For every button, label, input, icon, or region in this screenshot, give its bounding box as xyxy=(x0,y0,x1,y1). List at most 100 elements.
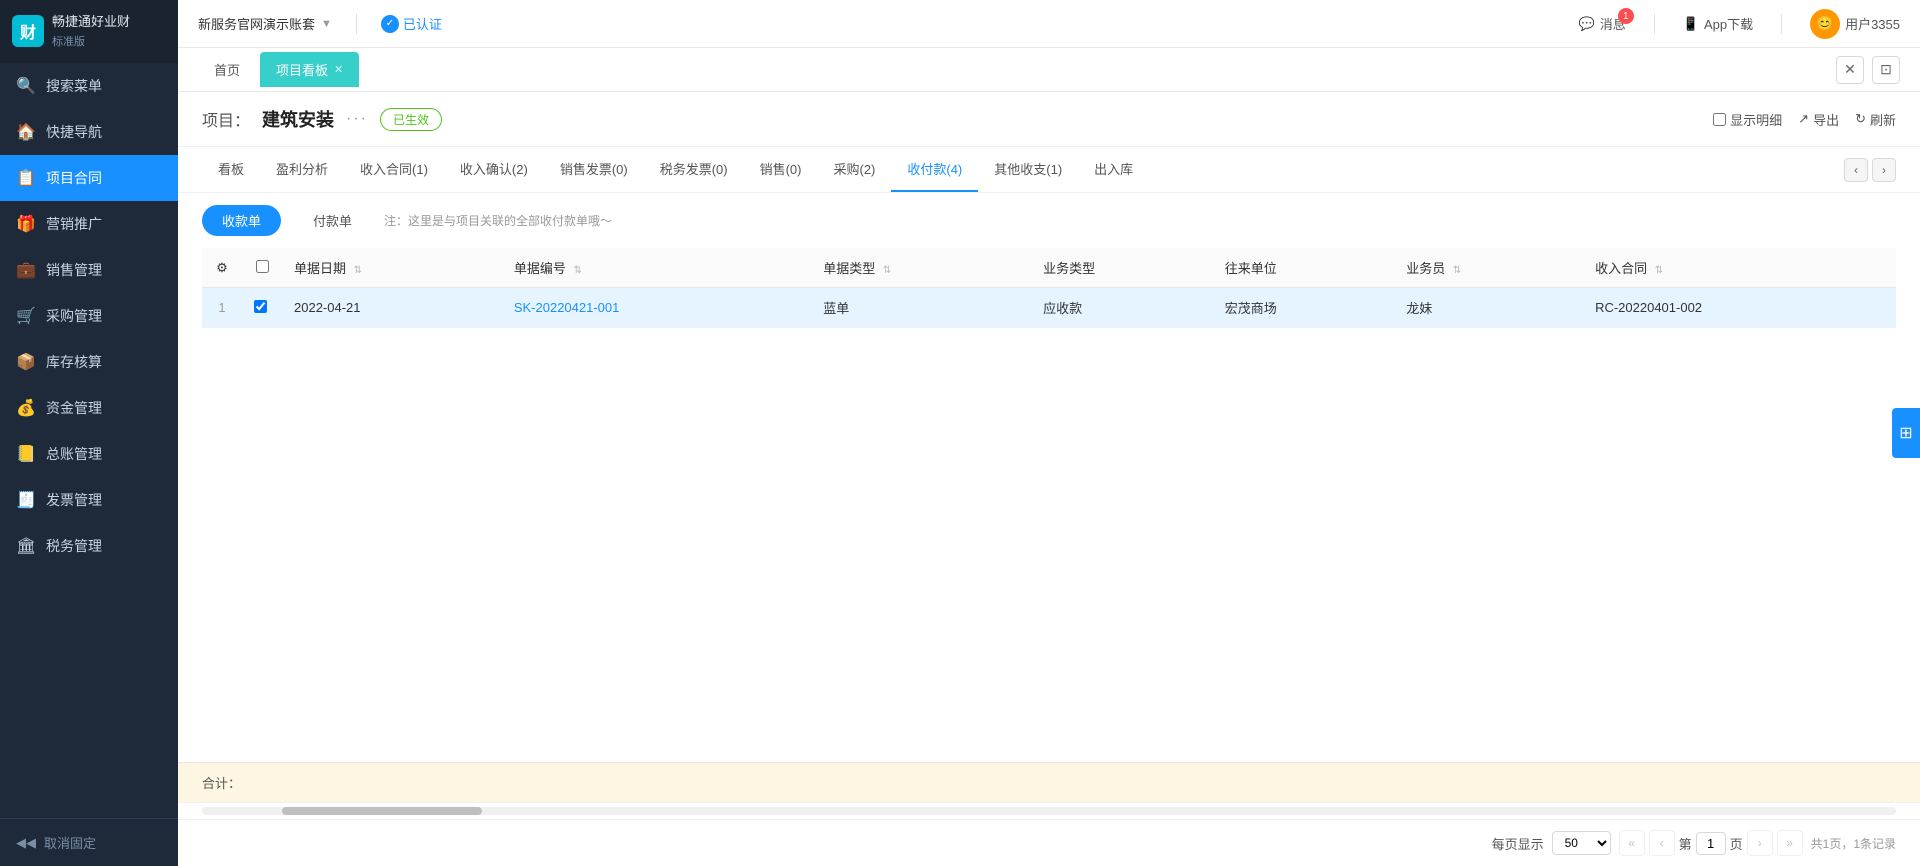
sub-tabs-nav: ‹ › xyxy=(1844,158,1896,182)
page-label: 第 xyxy=(1679,834,1692,853)
th-settings[interactable]: ⚙ xyxy=(202,248,242,288)
export-label: 导出 xyxy=(1813,110,1839,129)
sidebar-item-10[interactable]: 🏛 税务管理 xyxy=(0,523,178,569)
sub-tab-3[interactable]: 收入确认(2) xyxy=(444,147,544,192)
tab-bar-actions: ✕ ⊡ xyxy=(1836,56,1900,84)
app-logo: 财 xyxy=(12,15,44,47)
sidebar-nav: 🔍 搜索菜单 🏠 快捷导航 📋 项目合同 🎁 营销推广 💼 销售管理 🛒 采购管… xyxy=(0,63,178,818)
certified-badge: ✓ 已认证 xyxy=(381,14,442,33)
page-first-button[interactable]: « xyxy=(1619,830,1645,856)
sub-tab-4[interactable]: 销售发票(0) xyxy=(544,147,644,192)
row-select-checkbox[interactable] xyxy=(254,300,267,313)
tab-home[interactable]: 首页 xyxy=(198,52,256,87)
th-partner: 往来单位 xyxy=(1213,248,1395,288)
sidebar-item-1[interactable]: 🏠 快捷导航 xyxy=(0,109,178,155)
collection-tabs: 收款单 付款单 注：这里是与项目关联的全部收付款单哦～ xyxy=(178,193,1920,248)
sub-tab-8[interactable]: 收付款(4) xyxy=(891,147,978,192)
row-number: SK-20220421-001 xyxy=(502,288,811,328)
row-biz-type: 应收款 xyxy=(1031,288,1213,328)
th-date-label: 单据日期 xyxy=(294,261,346,276)
tab-project-board[interactable]: 项目看板 ✕ xyxy=(260,52,359,87)
show-detail-checkbox[interactable]: 显示明细 xyxy=(1713,110,1782,129)
th-salesperson[interactable]: 业务员 ⇅ xyxy=(1394,248,1583,288)
sub-tabs-next[interactable]: › xyxy=(1872,158,1896,182)
sidebar-icon-5: 🛒 xyxy=(16,306,36,326)
row-number-link[interactable]: SK-20220421-001 xyxy=(514,300,620,315)
row-type: 蓝单 xyxy=(811,288,1031,328)
sidebar-item-5[interactable]: 🛒 采购管理 xyxy=(0,293,178,339)
page-number-input[interactable] xyxy=(1696,832,1726,855)
sidebar-label-10: 税务管理 xyxy=(46,536,102,556)
tab-receipts[interactable]: 收款单 xyxy=(202,205,281,236)
sidebar-label-0: 搜索菜单 xyxy=(46,76,102,96)
refresh-button[interactable]: ↻ 刷新 xyxy=(1855,110,1896,129)
data-table-container: ⚙ 单据日期 ⇅ 单据编号 ⇅ 单据类型 xyxy=(178,248,1920,762)
table-header-row: ⚙ 单据日期 ⇅ 单据编号 ⇅ 单据类型 xyxy=(202,248,1896,288)
show-detail-input[interactable] xyxy=(1713,113,1726,126)
sidebar-label-9: 发票管理 xyxy=(46,490,102,510)
sidebar-item-0[interactable]: 🔍 搜索菜单 xyxy=(0,63,178,109)
sidebar-item-8[interactable]: 📒 总账管理 xyxy=(0,431,178,477)
page-prev-button[interactable]: ‹ xyxy=(1649,830,1675,856)
maximize-window-button[interactable]: ⊡ xyxy=(1872,56,1900,84)
sidebar-label-7: 资金管理 xyxy=(46,398,102,418)
message-badge: 1 xyxy=(1618,8,1634,24)
sidebar-item-3[interactable]: 🎁 营销推广 xyxy=(0,201,178,247)
sub-tab-0[interactable]: 看板 xyxy=(202,147,260,192)
sort-contract-icon: ⇅ xyxy=(1655,265,1663,276)
sidebar-item-7[interactable]: 💰 资金管理 xyxy=(0,385,178,431)
project-header: 项目： 建筑安装 ··· 已生效 显示明细 ↗ 导出 ↻ 刷新 xyxy=(178,92,1920,147)
collection-note: 注：这里是与项目关联的全部收付款单哦～ xyxy=(384,212,612,229)
sidebar-label-4: 销售管理 xyxy=(46,260,102,280)
sidebar-item-9[interactable]: 🧾 发票管理 xyxy=(0,477,178,523)
th-type[interactable]: 单据类型 ⇅ xyxy=(811,248,1031,288)
close-window-button[interactable]: ✕ xyxy=(1836,56,1864,84)
sub-tab-10[interactable]: 出入库 xyxy=(1078,147,1149,192)
topbar: 新服务官网演示账套 ▼ ✓ 已认证 💬 消息 1 📱 App下载 😊 用户335… xyxy=(178,0,1920,48)
sub-tab-6[interactable]: 销售(0) xyxy=(744,147,818,192)
horizontal-scrollbar-track[interactable] xyxy=(202,807,1896,815)
right-panel-toggle[interactable]: ⊞ xyxy=(1892,408,1920,458)
page-nav: « ‹ 第 页 › » xyxy=(1619,830,1803,856)
app-download-button[interactable]: 📱 App下载 xyxy=(1683,14,1753,33)
sidebar-label-1: 快捷导航 xyxy=(46,122,102,142)
sidebar-icon-9: 🧾 xyxy=(16,490,36,510)
sub-tab-1[interactable]: 盈利分析 xyxy=(260,147,344,192)
th-contract[interactable]: 收入合同 ⇅ xyxy=(1583,248,1896,288)
sub-tab-7[interactable]: 采购(2) xyxy=(817,147,891,192)
tab-close-icon[interactable]: ✕ xyxy=(334,63,343,76)
page-next-button[interactable]: › xyxy=(1747,830,1773,856)
main-area: 新服务官网演示账套 ▼ ✓ 已认证 💬 消息 1 📱 App下载 😊 用户335… xyxy=(178,0,1920,866)
horizontal-scrollbar-thumb[interactable] xyxy=(282,807,482,815)
sub-tab-5[interactable]: 税务发票(0) xyxy=(644,147,744,192)
sidebar-icon-8: 📒 xyxy=(16,444,36,464)
user-menu[interactable]: 😊 用户3355 xyxy=(1810,9,1900,39)
sub-tab-2[interactable]: 收入合同(1) xyxy=(344,147,444,192)
export-button[interactable]: ↗ 导出 xyxy=(1798,110,1839,129)
th-number[interactable]: 单据编号 ⇅ xyxy=(502,248,811,288)
pagination: 每页显示 50 100 200 « ‹ 第 页 › » 共1页，1条记录 xyxy=(178,819,1920,866)
page-size-label: 每页显示 xyxy=(1492,834,1544,853)
sort-number-icon: ⇅ xyxy=(573,265,581,276)
row-checkbox[interactable] xyxy=(242,288,282,328)
sidebar-item-2[interactable]: 📋 项目合同 xyxy=(0,155,178,201)
sub-tab-9[interactable]: 其他收支(1) xyxy=(978,147,1078,192)
shield-icon: ✓ xyxy=(381,15,399,33)
user-avatar: 😊 xyxy=(1810,9,1840,39)
select-all-checkbox[interactable] xyxy=(256,260,269,273)
page-suffix: 页 xyxy=(1730,834,1743,853)
row-date: 2022-04-21 xyxy=(282,288,502,328)
refresh-label: 刷新 xyxy=(1870,110,1896,129)
account-selector[interactable]: 新服务官网演示账套 ▼ xyxy=(198,14,332,33)
sidebar-item-6[interactable]: 📦 库存核算 xyxy=(0,339,178,385)
table-row[interactable]: 1 2022-04-21 SK-20220421-001 蓝单 应收款 宏茂商场… xyxy=(202,288,1896,328)
sidebar-footer-unpin[interactable]: ◀◀ 取消固定 xyxy=(0,818,178,866)
tab-payments[interactable]: 付款单 xyxy=(293,205,372,236)
project-more-button[interactable]: ··· xyxy=(346,110,368,128)
sidebar-item-4[interactable]: 💼 销售管理 xyxy=(0,247,178,293)
page-size-select[interactable]: 50 100 200 xyxy=(1552,831,1611,855)
messages-button[interactable]: 💬 消息 1 xyxy=(1579,14,1626,33)
th-date[interactable]: 单据日期 ⇅ xyxy=(282,248,502,288)
page-last-button[interactable]: » xyxy=(1777,830,1803,856)
sub-tabs-prev[interactable]: ‹ xyxy=(1844,158,1868,182)
